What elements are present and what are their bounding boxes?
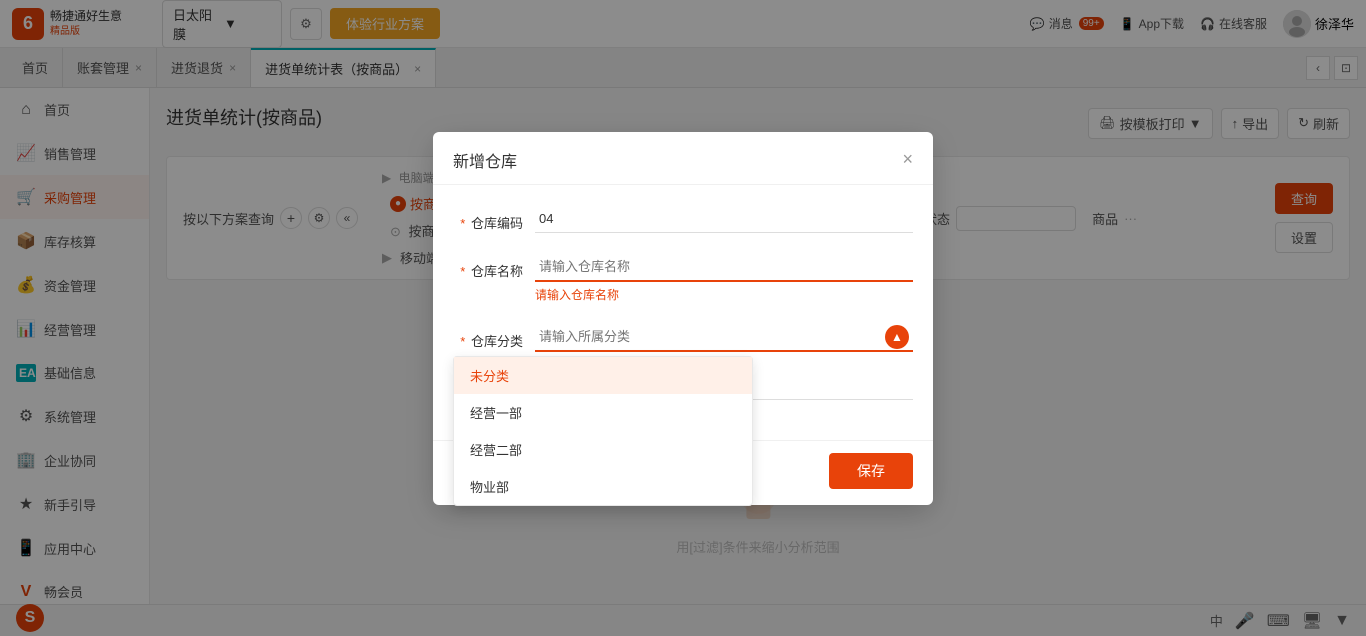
- add-warehouse-dialog: 新增仓库 × * 仓库编码 * 仓库名称 请输入仓库名称: [433, 132, 933, 505]
- dialog-header: 新增仓库 ×: [433, 132, 933, 185]
- form-row-category: * 仓库分类 ▲ 未分类 经营一部 经营二部 物业部: [453, 323, 913, 352]
- dropdown-item-dept2[interactable]: 经营二部: [454, 431, 752, 468]
- dialog-overlay: 新增仓库 × * 仓库编码 * 仓库名称 请输入仓库名称: [0, 0, 1366, 636]
- dropdown-item-property[interactable]: 物业部: [454, 468, 752, 505]
- category-dropdown: 未分类 经营一部 经营二部 物业部: [453, 356, 753, 506]
- category-input[interactable]: [535, 323, 913, 352]
- name-error-message: 请输入仓库名称: [535, 286, 913, 303]
- code-label: * 仓库编码: [453, 205, 523, 232]
- name-input-group: 请输入仓库名称: [535, 253, 913, 303]
- form-row-name: * 仓库名称 请输入仓库名称: [453, 253, 913, 303]
- form-row-code: * 仓库编码: [453, 205, 913, 233]
- name-input[interactable]: [535, 253, 913, 282]
- dropdown-item-unclassified[interactable]: 未分类: [454, 357, 752, 394]
- code-input[interactable]: [535, 205, 913, 233]
- dropdown-item-dept1[interactable]: 经营一部: [454, 394, 752, 431]
- dialog-title: 新增仓库: [453, 148, 517, 172]
- save-button[interactable]: 保存: [829, 453, 913, 489]
- dialog-body: * 仓库编码 * 仓库名称 请输入仓库名称 *: [433, 185, 933, 440]
- category-input-wrap: ▲ 未分类 经营一部 经营二部 物业部: [535, 323, 913, 352]
- dialog-close-icon[interactable]: ×: [902, 149, 913, 170]
- category-label: * 仓库分类: [453, 323, 523, 350]
- category-up-icon[interactable]: ▲: [885, 325, 909, 349]
- name-label: * 仓库名称: [453, 253, 523, 280]
